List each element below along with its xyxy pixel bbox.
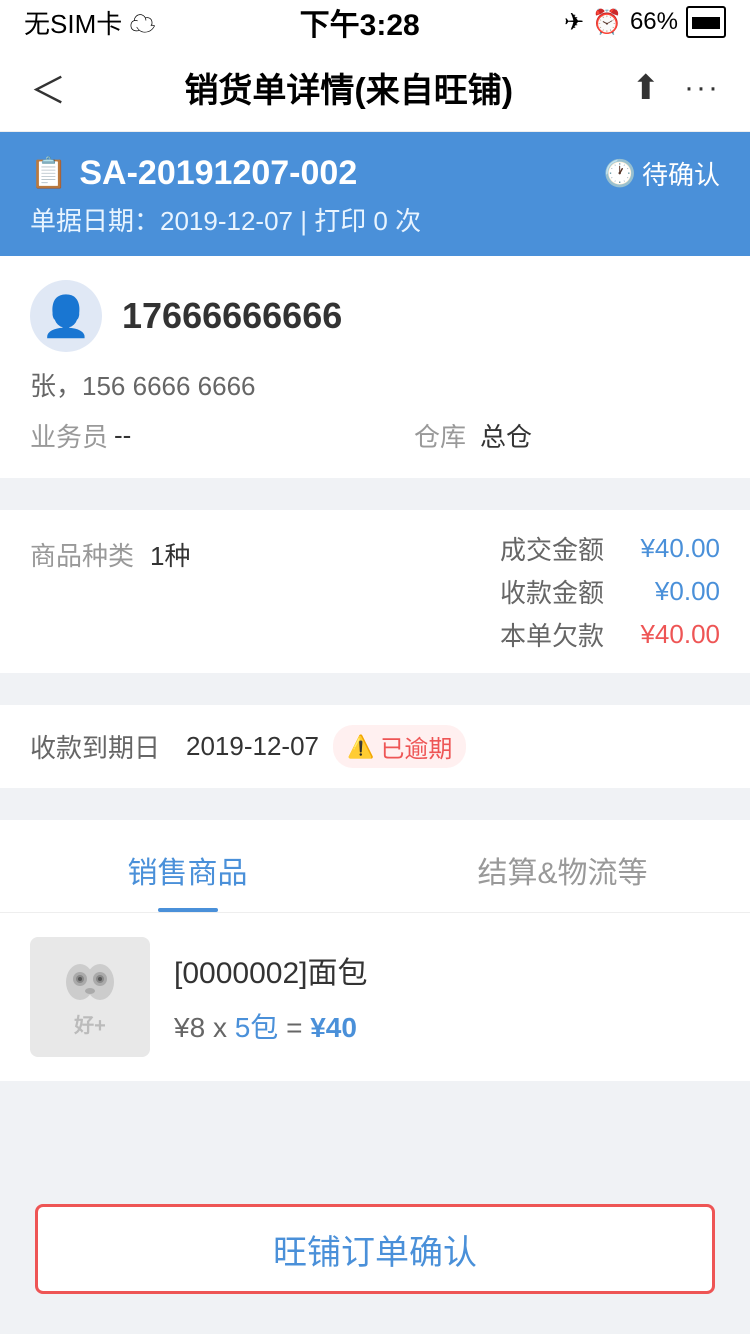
order-icon: 📋 xyxy=(30,156,67,191)
due-date-value: 2019-12-07 xyxy=(186,731,319,762)
received-label: 收款金额 xyxy=(500,573,604,610)
product-price: ¥8 x 5包 = ¥40 xyxy=(174,1006,720,1046)
back-button[interactable]: ＜ xyxy=(30,62,66,114)
product-type-value: 1种 xyxy=(150,536,190,573)
person-icon: 👤 xyxy=(41,293,91,340)
equals-sign: = xyxy=(286,1012,310,1043)
total-price: ¥40 xyxy=(310,1012,357,1043)
order-number: 📋 SA-20191207-002 xyxy=(30,154,357,193)
tab-settlement[interactable]: 结算&物流等 xyxy=(375,820,750,912)
transaction-value: ¥40.00 xyxy=(620,533,720,564)
status-right: ✈ ⏰ 66% xyxy=(564,6,726,38)
tab-sales-product[interactable]: 销售商品 xyxy=(0,820,375,912)
battery-icon xyxy=(686,6,726,38)
nav-actions: ⬆ ··· xyxy=(632,68,720,108)
warehouse-value: 总仓 xyxy=(480,417,720,454)
salesman-value: -- xyxy=(114,420,354,451)
nav-bar: ＜ 销货单详情(来自旺铺) ⬆ ··· xyxy=(0,44,750,132)
order-header-card: 📋 SA-20191207-002 🕐 待确认 单据日期：2019-12-07 … xyxy=(0,132,750,256)
divider-2 xyxy=(0,689,750,705)
alarm-icon: ⏰ xyxy=(592,8,622,37)
quantity: 5包 xyxy=(235,1012,279,1043)
table-row: 好+ [0000002]面包 ¥8 x 5包 = ¥40 xyxy=(0,913,750,1081)
no-sim-text: 无SIM卡 ☁ xyxy=(24,4,155,41)
battery-text: 66% xyxy=(630,8,678,36)
warning-icon: ⚠️ xyxy=(347,734,374,760)
divider-1 xyxy=(0,494,750,510)
due-date-label: 收款到期日 xyxy=(30,728,160,765)
more-icon[interactable]: ··· xyxy=(684,71,720,105)
overdue-badge: ⚠️ 已逾期 xyxy=(333,725,466,768)
status-left: 无SIM卡 ☁ xyxy=(24,4,155,41)
unit-price: ¥8 xyxy=(174,1012,205,1043)
product-name: [0000002]面包 xyxy=(174,948,720,992)
warehouse-label: 仓库 xyxy=(414,417,466,454)
summary-amounts: 成交金额 ¥40.00 收款金额 ¥0.00 本单欠款 ¥40.00 xyxy=(500,530,720,653)
status-time: 下午3:28 xyxy=(300,0,420,44)
due-date-section: 收款到期日 2019-12-07 ⚠️ 已逾期 xyxy=(0,705,750,788)
order-status: 🕐 待确认 xyxy=(604,155,720,192)
location-icon: ✈ xyxy=(564,8,584,37)
summary-section: 商品种类 1种 成交金额 ¥40.00 收款金额 ¥0.00 本单欠款 ¥40.… xyxy=(0,510,750,673)
overdue-text: 已逾期 xyxy=(380,729,452,764)
status-bar: 无SIM卡 ☁ 下午3:28 ✈ ⏰ 66% xyxy=(0,0,750,44)
customer-section: 👤 17666666666 张，156 6666 6666 业务员 -- 仓库 … xyxy=(0,256,750,478)
product-details: [0000002]面包 ¥8 x 5包 = ¥40 xyxy=(174,948,720,1046)
customer-meta: 业务员 -- 仓库 总仓 xyxy=(30,417,720,454)
product-thumbnail: 好+ xyxy=(30,937,150,1057)
order-date: 单据日期：2019-12-07 | 打印 0 次 xyxy=(30,201,720,238)
multiply-sign: x xyxy=(213,1012,235,1043)
confirm-button-wrapper: 旺铺订单确认 xyxy=(35,1204,715,1294)
product-list: 好+ [0000002]面包 ¥8 x 5包 = ¥40 xyxy=(0,913,750,1081)
customer-phone: 17666666666 xyxy=(122,295,342,337)
clock-icon: 🕐 xyxy=(604,158,636,189)
avatar: 👤 xyxy=(30,280,102,352)
page-title: 销货单详情(来自旺铺) xyxy=(66,63,632,112)
tabs-container: 销售商品 结算&物流等 xyxy=(0,820,750,913)
confirm-button[interactable]: 旺铺订单确认 xyxy=(35,1204,715,1294)
customer-name-phone: 张，156 6666 6666 xyxy=(30,366,720,403)
salesman-label: 业务员 xyxy=(30,417,108,454)
transaction-label: 成交金额 xyxy=(500,530,604,567)
share-icon[interactable]: ⬆ xyxy=(632,68,661,108)
received-value: ¥0.00 xyxy=(620,576,720,607)
divider-3 xyxy=(0,804,750,820)
owl-logo-icon xyxy=(55,957,125,1007)
product-type-label: 商品种类 xyxy=(30,536,134,573)
owed-label: 本单欠款 xyxy=(500,616,604,653)
owed-value: ¥40.00 xyxy=(620,619,720,650)
